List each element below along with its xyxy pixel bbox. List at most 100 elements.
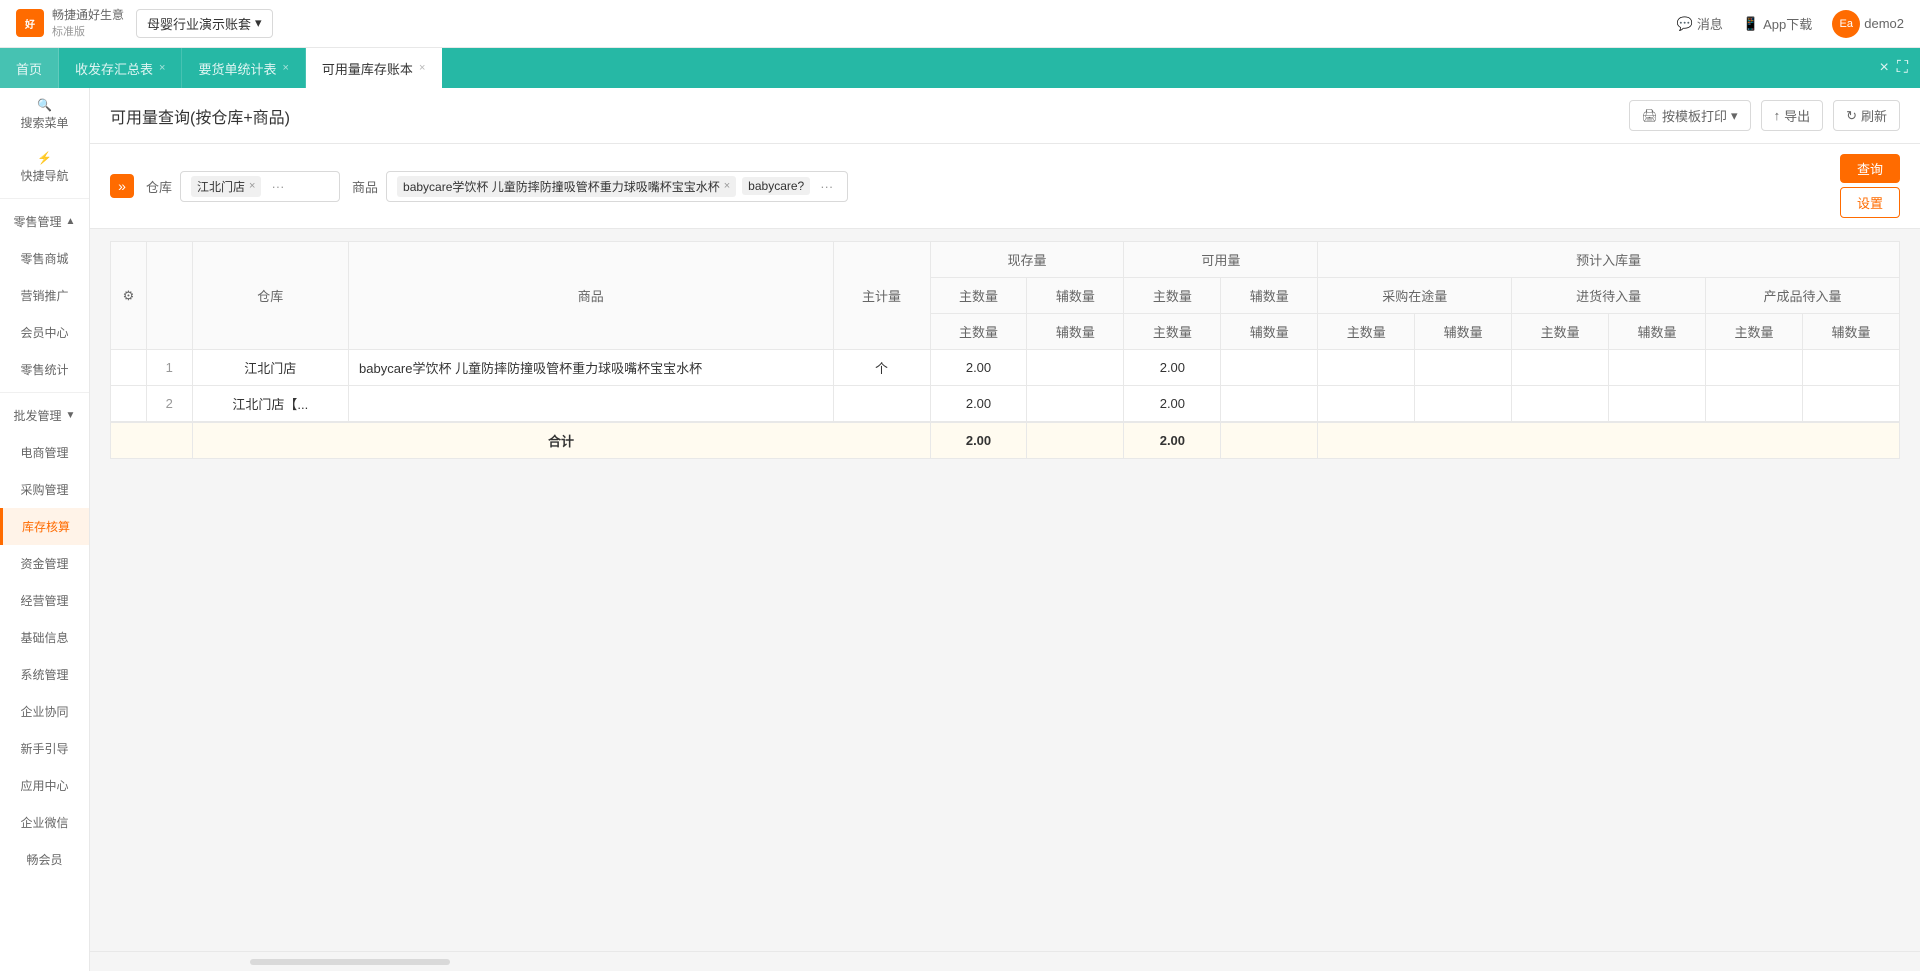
user-menu[interactable]: Ea demo2: [1832, 10, 1904, 38]
tab-receipt-summary[interactable]: 收发存汇总表 ×: [59, 48, 182, 88]
warehouse-tag: 江北门店 ×: [191, 176, 261, 197]
settings-button[interactable]: 设置: [1840, 187, 1900, 218]
tab-receipt-summary-close[interactable]: ×: [159, 62, 165, 74]
tab-available-stock-close[interactable]: ×: [419, 62, 425, 74]
sidebar-item-ecommerce[interactable]: 电商管理: [0, 434, 89, 471]
product-filter-input[interactable]: babycare学饮杯 儿童防摔防撞吸管杯重力球吸嘴杯宝宝水杯 × babyca…: [386, 171, 848, 202]
td-footer-stock-main: 2.00: [930, 422, 1027, 459]
refresh-button[interactable]: ↻ 刷新: [1833, 100, 1900, 131]
td-footer-avail-main: 2.00: [1124, 422, 1221, 459]
sidebar-item-basic[interactable]: 基础信息: [0, 619, 89, 656]
sidebar-item-inventory[interactable]: 库存核算: [0, 508, 89, 545]
sidebar-item-retail-mgmt[interactable]: 零售管理 ▲: [0, 203, 89, 240]
td-warehouse-2: 江北门店【...: [192, 386, 348, 423]
td-stock-main-1: 2.00: [930, 350, 1027, 386]
table-header-group-row: ⚙ 仓库 商品 主计量 现存量 可用量 预计入库量: [111, 242, 1900, 278]
th-stock-main-qty: 主数量: [930, 278, 1027, 314]
sidebar-item-retail-mall[interactable]: 零售商城: [0, 240, 89, 277]
th-warehouse: 仓库: [192, 242, 348, 350]
message-label: 消息: [1697, 14, 1723, 33]
warehouse-tag-close[interactable]: ×: [249, 180, 255, 192]
sidebar-item-changyuanvip[interactable]: 畅会员: [0, 841, 89, 878]
sidebar-item-marketing[interactable]: 营销推广: [0, 277, 89, 314]
sidebar-item-wechat[interactable]: 企业微信: [0, 804, 89, 841]
print-icon: 🖨: [1642, 108, 1659, 124]
sidebar-operations-label: 经营管理: [20, 592, 68, 609]
print-template-button[interactable]: 🖨 按模板打印 ▾: [1629, 100, 1751, 131]
sidebar-divider-1: [0, 198, 89, 199]
td-footer-avail-aux: [1221, 422, 1318, 459]
sidebar-item-search[interactable]: 🔍 搜索菜单: [0, 88, 89, 141]
export-button[interactable]: ↑ 导出: [1761, 100, 1824, 131]
sidebar-appcenter-label: 应用中心: [20, 777, 68, 794]
th-inbound-pending: 进货待入量: [1512, 278, 1706, 314]
td-warehouse-1: 江北门店: [192, 350, 348, 386]
nav-icon: ⚡: [37, 151, 52, 165]
sidebar-item-wholesale[interactable]: 批发管理 ▼: [0, 397, 89, 434]
refresh-icon: ↻: [1846, 108, 1857, 124]
fullscreen-button[interactable]: ⛶: [1897, 59, 1908, 77]
td-avail-main-2: 2.00: [1124, 386, 1221, 423]
th-stock-aux-qty: 辅数量: [1027, 278, 1124, 314]
product-more-icon[interactable]: ···: [816, 179, 837, 194]
filter-area: » 仓库 江北门店 × ··· 商品 babycare学饮杯 儿童防摔防撞吸管杯…: [90, 144, 1920, 229]
warehouse-more-icon[interactable]: ···: [267, 179, 288, 194]
warehouse-filter-label: 仓库: [146, 177, 172, 196]
data-table: ⚙ 仓库 商品 主计量 现存量 可用量 预计入库量 主数量 辅数量 主数量 辅数…: [110, 241, 1900, 459]
tab-available-stock[interactable]: 可用量库存账本 ×: [306, 48, 442, 88]
td-pt-main-1: [1318, 350, 1415, 386]
sidebar-item-system[interactable]: 系统管理: [0, 656, 89, 693]
tab-home[interactable]: 首页: [0, 48, 59, 88]
td-num-1: 1: [147, 350, 193, 386]
sidebar: 🔍 搜索菜单 ⚡ 快捷导航 零售管理 ▲ 零售商城 营销推广 会员中心 零售统计…: [0, 88, 90, 971]
query-button[interactable]: 查询: [1840, 154, 1900, 183]
sidebar-retail-mall-label: 零售商城: [20, 250, 68, 267]
td-pt-aux-2: [1415, 386, 1512, 423]
sidebar-item-appcenter[interactable]: 应用中心: [0, 767, 89, 804]
sidebar-item-newcomer[interactable]: 新手引导: [0, 730, 89, 767]
td-avail-main-1: 2.00: [1124, 350, 1221, 386]
sidebar-item-finance[interactable]: 资金管理: [0, 545, 89, 582]
td-pt-main-2: [1318, 386, 1415, 423]
message-button[interactable]: 💬 消息: [1677, 14, 1723, 33]
industry-label: 母婴行业演示账套: [147, 14, 251, 33]
close-all-tabs-button[interactable]: ×: [1879, 59, 1888, 77]
scrollbar-area: [90, 951, 1920, 971]
logo-text-area: 畅捷通好生意 标准版: [52, 8, 124, 38]
product-tag-1-close[interactable]: ×: [724, 180, 730, 192]
horizontal-scrollbar[interactable]: [250, 959, 450, 965]
logo-sub: 标准版: [52, 23, 124, 39]
th-pt-aux: 辅数量: [1415, 314, 1512, 350]
tab-available-stock-label: 可用量库存账本: [322, 59, 413, 78]
avatar: Ea: [1832, 10, 1860, 38]
warehouse-filter-input[interactable]: 江北门店 × ···: [180, 171, 340, 202]
app-download-button[interactable]: 📱 App下载: [1743, 14, 1812, 33]
chevron-down-icon-print: ▾: [1731, 108, 1738, 124]
tab-order-stats-label: 要货单统计表: [198, 59, 276, 78]
sidebar-item-retail-stats[interactable]: 零售统计: [0, 351, 89, 388]
tab-order-stats[interactable]: 要货单统计表 ×: [182, 48, 305, 88]
sidebar-item-purchase[interactable]: 采购管理: [0, 471, 89, 508]
sidebar-item-member[interactable]: 会员中心: [0, 314, 89, 351]
warehouse-filter-group: 仓库 江北门店 × ···: [146, 171, 340, 202]
filter-expand-button[interactable]: »: [110, 174, 134, 198]
user-name: demo2: [1864, 16, 1904, 31]
th-row-num: [147, 242, 193, 350]
industry-selector[interactable]: 母婴行业演示账套 ▾: [136, 9, 273, 38]
product-tag-1-text: babycare学饮杯 儿童防摔防撞吸管杯重力球吸嘴杯宝宝水杯: [403, 178, 720, 195]
sidebar-item-operations[interactable]: 经营管理: [0, 582, 89, 619]
th-s-aux: 辅数量: [1027, 314, 1124, 350]
sidebar-item-quicknav[interactable]: ⚡ 快捷导航: [0, 141, 89, 194]
sidebar-item-enterprise[interactable]: 企业协同: [0, 693, 89, 730]
th-pur-transit: 采购在途量: [1318, 278, 1512, 314]
sidebar-member-label: 会员中心: [20, 324, 68, 341]
td-stock-aux-2: [1027, 386, 1124, 423]
th-pp-main: 主数量: [1706, 314, 1803, 350]
chevron-down-icon: ▾: [255, 15, 262, 31]
th-pp-aux: 辅数量: [1802, 314, 1899, 350]
sidebar-finance-label: 资金管理: [20, 555, 68, 572]
product-filter-group: 商品 babycare学饮杯 儿童防摔防撞吸管杯重力球吸嘴杯宝宝水杯 × bab…: [352, 171, 848, 202]
search-icon: 🔍: [37, 98, 52, 112]
td-product-2: [349, 386, 834, 423]
tab-order-stats-close[interactable]: ×: [282, 62, 288, 74]
